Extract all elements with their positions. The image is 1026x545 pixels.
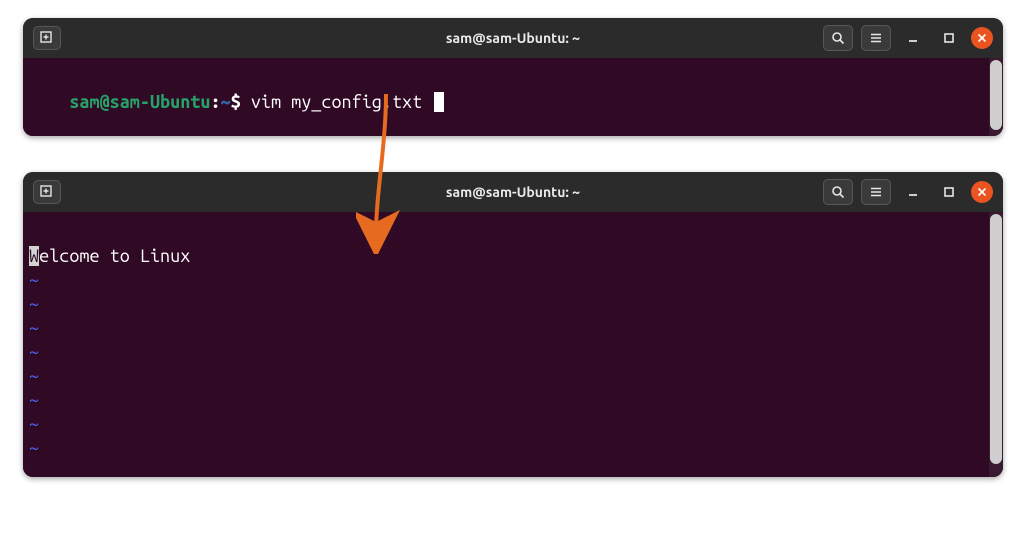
file-content-rest: elcome to Linux [39, 246, 190, 266]
close-icon [977, 33, 987, 43]
menu-button[interactable] [861, 25, 891, 51]
file-content-line: Welcome to Linux [29, 246, 190, 266]
terminal-body-top[interactable]: sam@sam-Ubuntu:~$ vim my_config.txt [23, 58, 1003, 136]
terminal-window-top: sam@sam-Ubuntu: ~ sam@sam-Ubuntu:~$ vim … [23, 18, 1003, 136]
new-tab-icon [40, 185, 54, 199]
search-button[interactable] [823, 179, 853, 205]
vim-empty-line: ~ [29, 414, 39, 434]
maximize-button[interactable] [935, 178, 963, 206]
maximize-button[interactable] [935, 24, 963, 52]
vim-buffer: Welcome to Linux ~ ~ ~ ~ ~ ~ ~ ~ [29, 220, 997, 477]
minimize-icon [907, 32, 919, 44]
titlebar-right-controls [823, 24, 993, 52]
close-icon [977, 187, 987, 197]
close-button[interactable] [971, 27, 993, 49]
vim-empty-line: ~ [29, 318, 39, 338]
scrollbar-top[interactable] [989, 58, 1003, 136]
prompt-separator: : [210, 92, 220, 112]
search-icon [831, 31, 845, 45]
titlebar-right-controls [823, 178, 993, 206]
search-icon [831, 185, 845, 199]
minimize-button[interactable] [899, 24, 927, 52]
prompt-symbol: $ [231, 92, 241, 112]
new-tab-button[interactable] [33, 180, 61, 204]
vim-empty-line: ~ [29, 438, 39, 458]
minimize-icon [907, 186, 919, 198]
search-button[interactable] [823, 25, 853, 51]
new-tab-icon [40, 31, 54, 45]
maximize-icon [943, 186, 955, 198]
titlebar-bottom[interactable]: sam@sam-Ubuntu: ~ [23, 172, 1003, 212]
prompt-path: ~ [221, 92, 231, 112]
scrollbar-bottom[interactable] [989, 212, 1003, 477]
vim-empty-line: ~ [29, 390, 39, 410]
minimize-button[interactable] [899, 178, 927, 206]
scrollbar-thumb[interactable] [990, 214, 1002, 464]
vim-empty-line: ~ [29, 270, 39, 290]
scrollbar-thumb[interactable] [990, 60, 1002, 130]
text-cursor [434, 92, 444, 112]
terminal-window-bottom: sam@sam-Ubuntu: ~ Welcome to Linux ~ ~ ~… [23, 172, 1003, 477]
vim-empty-line: ~ [29, 342, 39, 362]
close-button[interactable] [971, 181, 993, 203]
vim-empty-line: ~ [29, 294, 39, 314]
hamburger-icon [869, 185, 883, 199]
vim-cursor: W [29, 246, 39, 266]
titlebar-top[interactable]: sam@sam-Ubuntu: ~ [23, 18, 1003, 58]
maximize-icon [943, 32, 955, 44]
hamburger-icon [869, 31, 883, 45]
new-tab-button[interactable] [33, 26, 61, 50]
vim-empty-line: ~ [29, 366, 39, 386]
prompt-user-host: sam@sam-Ubuntu [69, 92, 210, 112]
command-text: vim my_config.txt [251, 92, 422, 112]
menu-button[interactable] [861, 179, 891, 205]
terminal-body-bottom[interactable]: Welcome to Linux ~ ~ ~ ~ ~ ~ ~ ~ 1,1 All [23, 212, 1003, 477]
